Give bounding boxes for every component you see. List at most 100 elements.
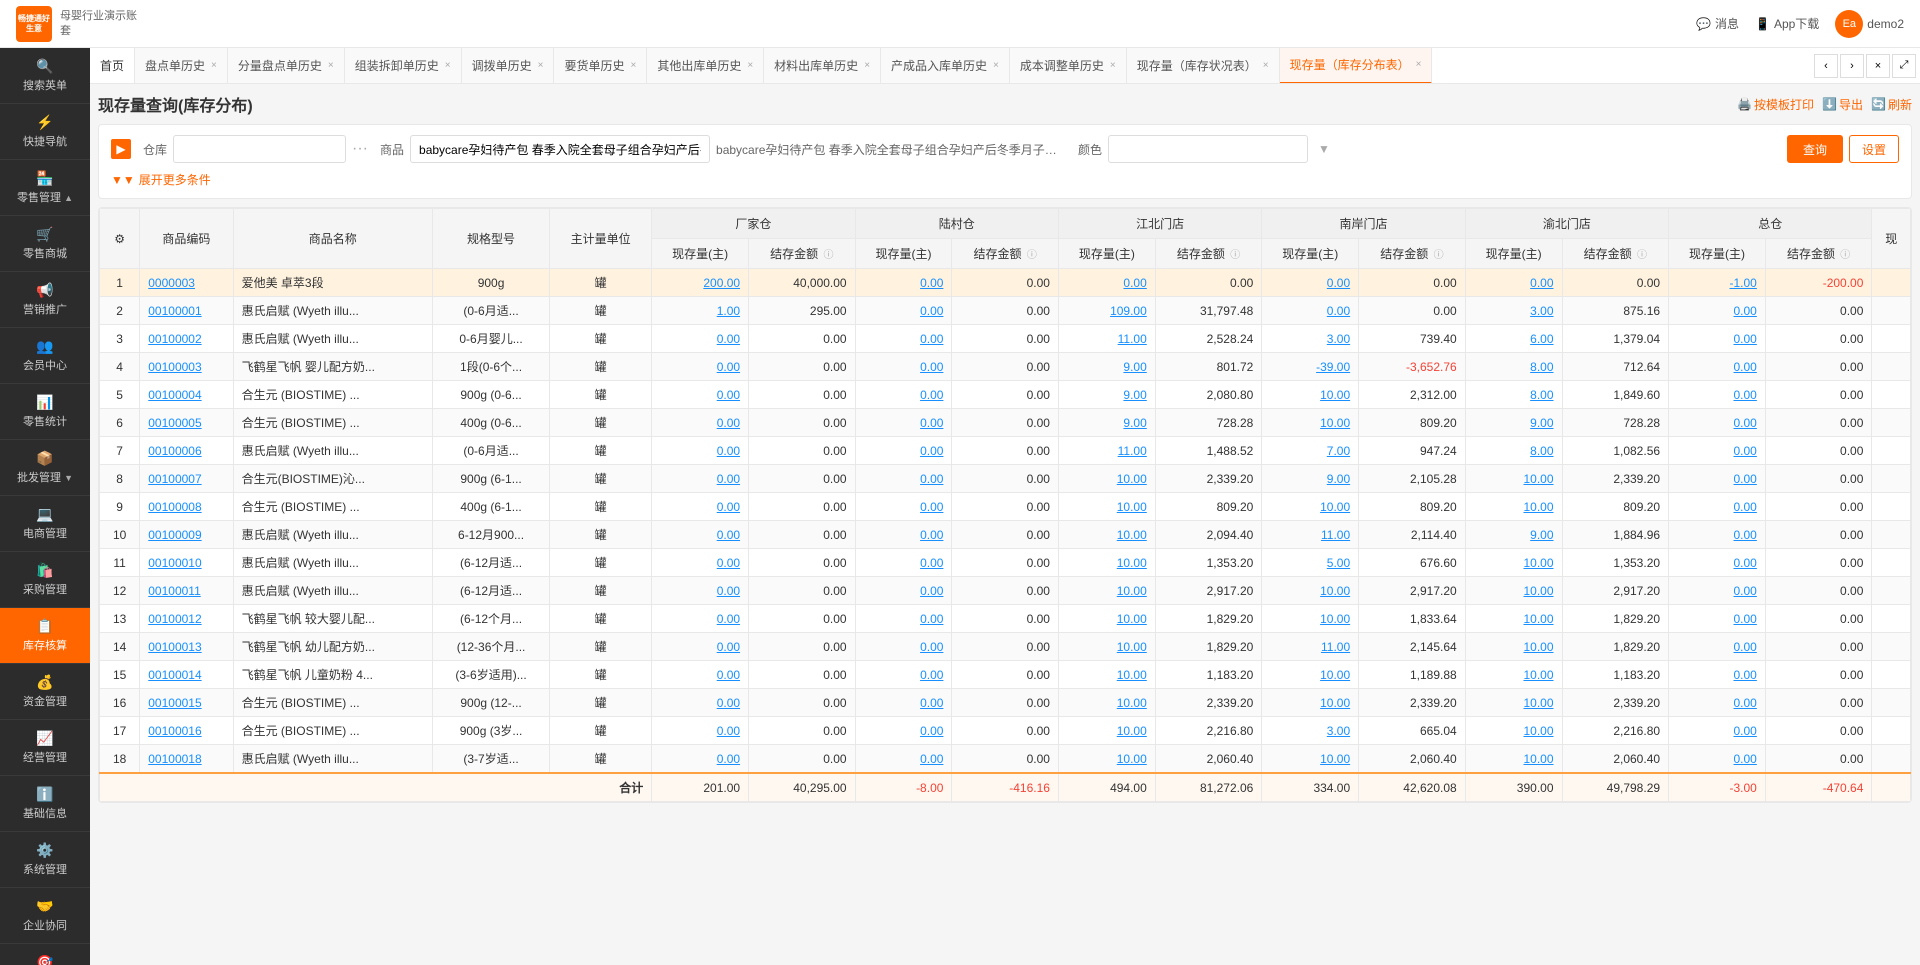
tab-cost-adjust[interactable]: 成本调整单历史 ×	[1010, 48, 1127, 84]
tab-count-store-history[interactable]: 分量盘点单历史 ×	[228, 48, 345, 84]
cell-jb-amt: 2,339.20	[1155, 465, 1262, 493]
cell-na-amt: 676.60	[1359, 549, 1466, 577]
sidebar-item-wholesale[interactable]: 📦 批发管理 ▼	[0, 440, 90, 496]
tab-home[interactable]: 首页	[90, 48, 135, 84]
goods-input[interactable]	[410, 135, 710, 163]
query-btn[interactable]: 查询	[1787, 135, 1843, 163]
sidebar-item-marketing[interactable]: 📢 营销推广	[0, 272, 90, 328]
tab-count-history[interactable]: 盘点单历史 ×	[135, 48, 228, 84]
tab-product-in-close[interactable]: ×	[993, 60, 999, 71]
cell-l-amt: 0.00	[952, 633, 1059, 661]
tab-order-history-close[interactable]: ×	[630, 60, 636, 71]
sidebar-item-retail-shop[interactable]: 🛒 零售商城	[0, 216, 90, 272]
th-gear[interactable]: ⚙	[100, 209, 140, 269]
tab-prev-btn[interactable]: ‹	[1814, 54, 1838, 78]
cell-total-qty: 0.00	[1669, 325, 1766, 353]
color-input[interactable]	[1108, 135, 1308, 163]
cell-na-qty: 10.00	[1262, 381, 1359, 409]
sidebar-item-inventory[interactable]: 📋 库存核算	[0, 608, 90, 664]
cell-jb-qty: 10.00	[1058, 577, 1155, 605]
cell-l-amt: 0.00	[952, 325, 1059, 353]
cell-no: 15	[100, 661, 140, 689]
cell-yb-amt: 0.00	[1562, 269, 1669, 297]
tab-next-btn[interactable]: ›	[1840, 54, 1864, 78]
tab-assemble-history[interactable]: 组装拆卸单历史 ×	[345, 48, 462, 84]
user-menu[interactable]: Ea demo2	[1835, 10, 1904, 38]
export-btn[interactable]: ⬇️ 导出	[1822, 96, 1863, 113]
cell-total-amt: 0.00	[1765, 633, 1872, 661]
tab-count-store-history-close[interactable]: ×	[328, 60, 334, 71]
th-yb-amt-info[interactable]: ⓘ	[1637, 250, 1647, 261]
tab-close-all-btn[interactable]: ×	[1866, 54, 1890, 78]
page-header: 现存量查询(库存分布) 🖨️ 按模板打印 ⬇️ 导出 🔄 刷新	[98, 92, 1912, 116]
cell-f-qty: 0.00	[652, 493, 749, 521]
tab-transfer-history[interactable]: 调拨单历史 ×	[462, 48, 555, 84]
sidebar-item-system[interactable]: ⚙️ 系统管理	[0, 832, 90, 888]
th-current: 现	[1872, 209, 1911, 269]
sidebar-item-finance[interactable]: 💰 资金管理	[0, 664, 90, 720]
cell-jb-qty: 0.00	[1058, 269, 1155, 297]
tab-material-out[interactable]: 材料出库单历史 ×	[764, 48, 881, 84]
tab-product-in[interactable]: 产成品入库单历史 ×	[881, 48, 1010, 84]
cell-spec: 1段(0-6个...	[432, 353, 549, 381]
cell-yb-amt: 728.28	[1562, 409, 1669, 437]
th-l-amt-info[interactable]: ⓘ	[1027, 250, 1037, 261]
th-total-amt-info[interactable]: ⓘ	[1840, 250, 1850, 261]
tab-stock-status[interactable]: 现存量（库存状况表） ×	[1127, 48, 1280, 84]
tab-stock-dist-close[interactable]: ×	[1416, 59, 1422, 70]
cell-yb-qty: 10.00	[1465, 717, 1562, 745]
tab-other-out-close[interactable]: ×	[747, 60, 753, 71]
tab-other-out[interactable]: 其他出库单历史 ×	[647, 48, 764, 84]
app-download-btn[interactable]: 📱 App下载	[1755, 15, 1819, 32]
th-na-amt-info[interactable]: ⓘ	[1434, 250, 1444, 261]
cell-na-amt: 2,114.40	[1359, 521, 1466, 549]
cell-spec: (6-12月适...	[432, 549, 549, 577]
collapse-btn[interactable]: ▶	[111, 139, 131, 159]
sidebar-item-ecommerce[interactable]: 💻 电商管理	[0, 496, 90, 552]
color-dropdown-icon[interactable]: ▼	[1318, 142, 1330, 156]
tab-stock-dist[interactable]: 现存量（库存分布表） ×	[1280, 48, 1433, 84]
cell-f-amt: 0.00	[749, 661, 856, 689]
sidebar-item-guide[interactable]: 🎯 新手引导	[0, 944, 90, 965]
tab-count-history-close[interactable]: ×	[211, 60, 217, 71]
warehouse-input[interactable]	[173, 135, 346, 163]
sidebar-item-member[interactable]: 👥 会员中心	[0, 328, 90, 384]
expand-conditions-btn[interactable]: ▼▼ 展开更多条件	[111, 171, 211, 188]
tab-expand-btn[interactable]: ⤢	[1892, 54, 1916, 78]
sidebar-item-search[interactable]: 🔍 搜索英单	[0, 48, 90, 104]
cell-l-amt: 0.00	[952, 577, 1059, 605]
tab-stock-status-close[interactable]: ×	[1263, 60, 1269, 71]
settings-btn[interactable]: 设置	[1849, 135, 1899, 163]
tab-assemble-history-close[interactable]: ×	[445, 60, 451, 71]
th-total-qty: 现存量(主)	[1669, 239, 1766, 269]
cell-f-qty: 0.00	[652, 381, 749, 409]
tab-transfer-history-close[interactable]: ×	[538, 60, 544, 71]
sidebar-item-basics[interactable]: ℹ️ 基础信息	[0, 776, 90, 832]
refresh-btn[interactable]: 🔄 刷新	[1871, 96, 1912, 113]
print-btn[interactable]: 🖨️ 按模板打印	[1737, 96, 1814, 113]
cell-jb-qty: 10.00	[1058, 689, 1155, 717]
sidebar-item-operations[interactable]: 📈 经营管理	[0, 720, 90, 776]
cell-l-amt: 0.00	[952, 549, 1059, 577]
tab-order-history[interactable]: 要货单历史 ×	[554, 48, 647, 84]
cell-unit: 罐	[550, 577, 652, 605]
cell-yb-qty: 8.00	[1465, 437, 1562, 465]
tab-cost-adjust-close[interactable]: ×	[1110, 60, 1116, 71]
sidebar-item-nav[interactable]: ⚡ 快捷导航	[0, 104, 90, 160]
cell-unit: 罐	[550, 521, 652, 549]
message-btn[interactable]: 💬 消息	[1696, 15, 1739, 32]
sidebar-item-purchase[interactable]: 🛍️ 采购管理	[0, 552, 90, 608]
th-f-amt-info[interactable]: ⓘ	[824, 250, 834, 261]
sidebar-item-enterprise[interactable]: 🤝 企业协同	[0, 888, 90, 944]
warehouse-field: 仓库 ···	[143, 135, 368, 163]
sidebar-item-retail-stats[interactable]: 📊 零售统计	[0, 384, 90, 440]
cell-na-qty: 0.00	[1262, 269, 1359, 297]
cell-jb-amt: 2,216.80	[1155, 717, 1262, 745]
sidebar-item-retail-mgmt[interactable]: 🏪 零售管理 ▲	[0, 160, 90, 216]
th-jb-amt-info[interactable]: ⓘ	[1230, 250, 1240, 261]
warehouse-dots-btn[interactable]: ···	[352, 140, 368, 158]
tab-material-out-close[interactable]: ×	[864, 60, 870, 71]
cell-yb-amt: 712.64	[1562, 353, 1669, 381]
system-icon: ⚙️	[4, 842, 86, 859]
cell-no: 5	[100, 381, 140, 409]
